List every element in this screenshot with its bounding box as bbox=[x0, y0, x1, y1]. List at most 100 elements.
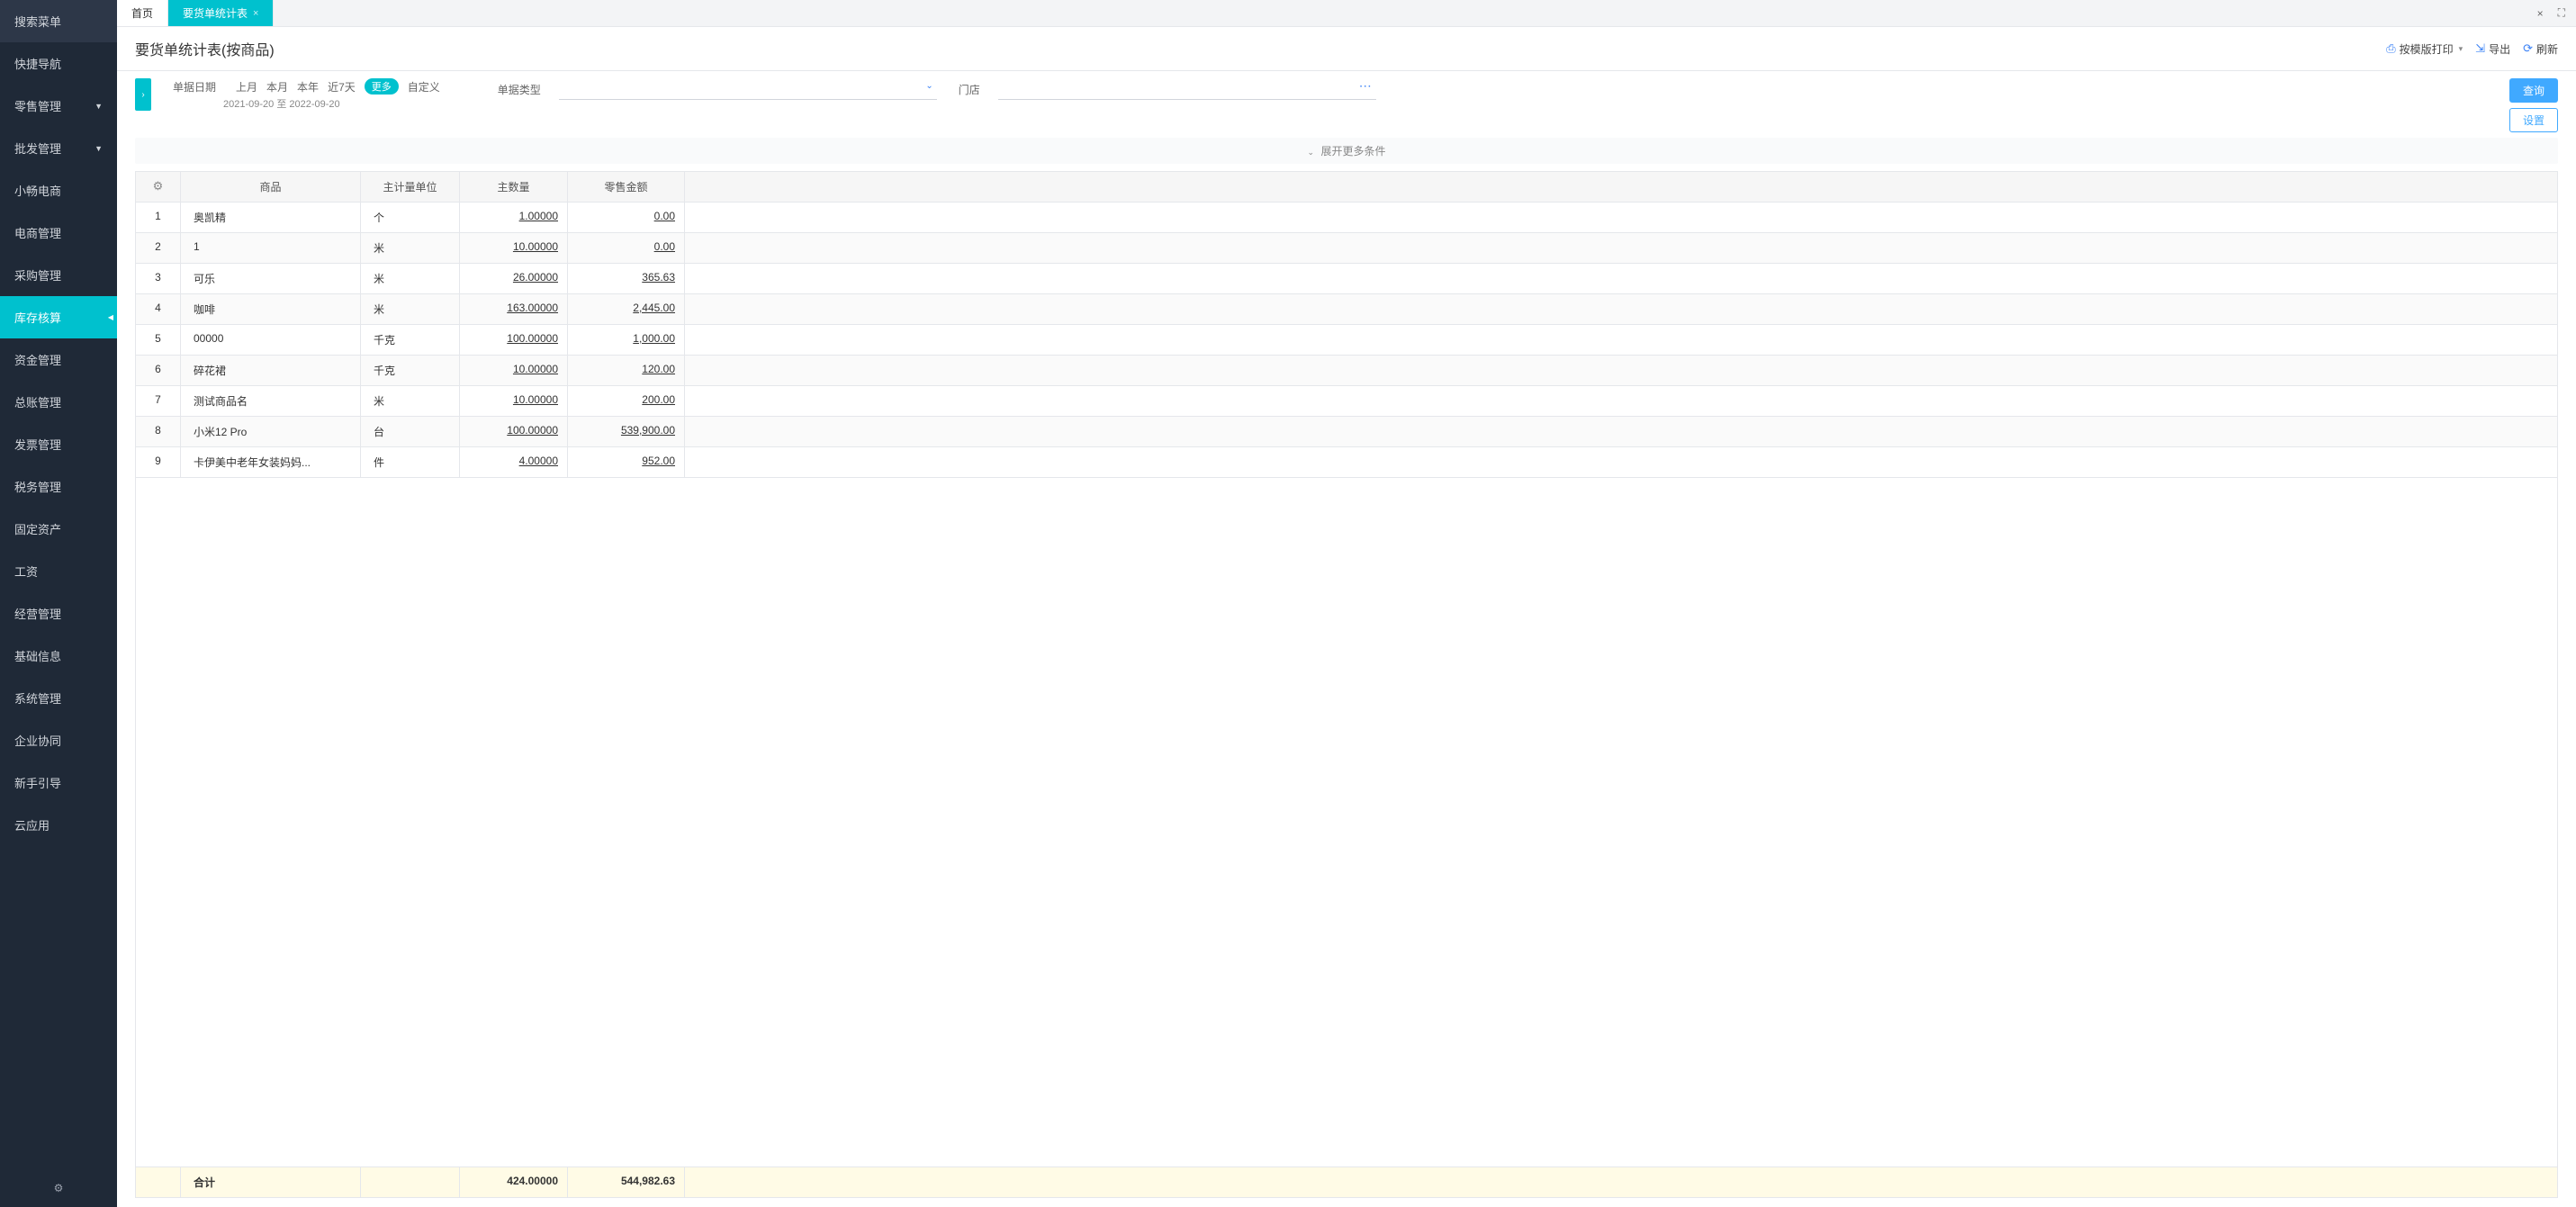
table-row[interactable]: 8小米12 Pro台100.00000539,900.00 bbox=[136, 417, 2557, 447]
sidebar-item-3[interactable]: 批发管理▼ bbox=[0, 127, 117, 169]
table-row[interactable]: 6碎花裙千克10.00000120.00 bbox=[136, 356, 2557, 386]
footer-idx bbox=[136, 1167, 181, 1197]
sidebar-item-1[interactable]: 快捷导航 bbox=[0, 42, 117, 85]
page-actions: ⎙ 按模版打印 ▾ ⇲ 导出 ⟳ 刷新 bbox=[2386, 41, 2558, 57]
table-row[interactable]: 3可乐米26.00000365.63 bbox=[136, 264, 2557, 294]
cell-idx: 5 bbox=[136, 325, 181, 355]
export-button[interactable]: ⇲ 导出 bbox=[2475, 41, 2510, 57]
cell-qty[interactable]: 100.00000 bbox=[460, 417, 568, 446]
cell-amount[interactable]: 2,445.00 bbox=[568, 294, 685, 324]
cell-qty[interactable]: 163.00000 bbox=[460, 294, 568, 324]
tab-bar-actions: × ⛶ bbox=[2534, 0, 2576, 26]
cell-qty[interactable]: 1.00000 bbox=[460, 203, 568, 232]
cell-spacer bbox=[685, 325, 2557, 355]
col-amount[interactable]: 零售金额 bbox=[568, 172, 685, 202]
quick-this-year[interactable]: 本年 bbox=[297, 79, 319, 95]
table-row[interactable]: 500000千克100.000001,000.00 bbox=[136, 325, 2557, 356]
cell-unit: 千克 bbox=[361, 325, 460, 355]
expand-more-filters[interactable]: ⌄ 展开更多条件 bbox=[135, 138, 2558, 164]
query-button[interactable]: 查询 bbox=[2509, 78, 2558, 103]
tab-active-label: 要货单统计表 bbox=[183, 5, 248, 21]
cell-amount[interactable]: 539,900.00 bbox=[568, 417, 685, 446]
col-settings[interactable]: ⚙ bbox=[136, 172, 181, 202]
settings-button[interactable]: 设置 bbox=[2509, 108, 2558, 132]
collapse-filter-toggle[interactable]: › bbox=[135, 78, 151, 111]
footer-qty: 424.00000 bbox=[460, 1167, 568, 1197]
cell-unit: 米 bbox=[361, 233, 460, 263]
quick-last7[interactable]: 近7天 bbox=[328, 79, 356, 95]
quick-more[interactable]: 更多 bbox=[365, 78, 399, 95]
cell-idx: 6 bbox=[136, 356, 181, 385]
sidebar-item-19[interactable]: 云应用 bbox=[0, 804, 117, 846]
cell-qty[interactable]: 4.00000 bbox=[460, 447, 568, 477]
page-title: 要货单统计表(按商品) bbox=[135, 38, 275, 59]
sidebar-item-8[interactable]: 资金管理 bbox=[0, 338, 117, 381]
sidebar-item-18[interactable]: 新手引导 bbox=[0, 761, 117, 804]
ellipsis-icon[interactable]: ⋯ bbox=[1359, 78, 1373, 94]
quick-custom[interactable]: 自定义 bbox=[408, 79, 440, 95]
sidebar-item-5[interactable]: 电商管理 bbox=[0, 212, 117, 254]
fullscreen-icon[interactable]: ⛶ bbox=[2554, 6, 2569, 20]
type-input[interactable] bbox=[559, 78, 937, 100]
sidebar-item-7[interactable]: 库存核算 bbox=[0, 296, 117, 338]
cell-qty[interactable]: 10.00000 bbox=[460, 386, 568, 416]
table-row[interactable]: 21米10.000000.00 bbox=[136, 233, 2557, 264]
chevron-down-icon[interactable]: ⌄ bbox=[925, 81, 932, 91]
sidebar-settings[interactable]: ⚙ bbox=[0, 1169, 117, 1207]
sidebar-item-11[interactable]: 税务管理 bbox=[0, 465, 117, 508]
cell-amount[interactable]: 365.63 bbox=[568, 264, 685, 293]
table-body: 1奥凯精个1.000000.0021米10.000000.003可乐米26.00… bbox=[136, 203, 2557, 1166]
col-qty[interactable]: 主数量 bbox=[460, 172, 568, 202]
close-icon[interactable]: × bbox=[253, 8, 258, 19]
store-input[interactable] bbox=[998, 78, 1376, 100]
date-label: 单据日期 bbox=[173, 79, 216, 95]
cell-qty[interactable]: 26.00000 bbox=[460, 264, 568, 293]
refresh-icon: ⟳ bbox=[2523, 41, 2533, 56]
gear-icon: ⚙ bbox=[54, 1182, 64, 1194]
table-row[interactable]: 9卡伊美中老年女装妈妈...件4.00000952.00 bbox=[136, 447, 2557, 478]
cell-amount[interactable]: 1,000.00 bbox=[568, 325, 685, 355]
sidebar-item-16[interactable]: 系统管理 bbox=[0, 677, 117, 719]
footer-unit bbox=[361, 1167, 460, 1197]
table-row[interactable]: 1奥凯精个1.000000.00 bbox=[136, 203, 2557, 233]
sidebar-item-label: 经营管理 bbox=[14, 605, 61, 622]
table-row[interactable]: 4咖啡米163.000002,445.00 bbox=[136, 294, 2557, 325]
tab-close-all-icon[interactable]: × bbox=[2534, 7, 2547, 20]
cell-product: 碎花裙 bbox=[181, 356, 361, 385]
sidebar-item-17[interactable]: 企业协同 bbox=[0, 719, 117, 761]
chevron-down-icon: ▾ bbox=[2459, 44, 2463, 54]
sidebar-item-14[interactable]: 经营管理 bbox=[0, 592, 117, 635]
cell-amount[interactable]: 200.00 bbox=[568, 386, 685, 416]
tab-active[interactable]: 要货单统计表 × bbox=[168, 0, 274, 26]
sidebar-item-2[interactable]: 零售管理▼ bbox=[0, 85, 117, 127]
cell-amount[interactable]: 952.00 bbox=[568, 447, 685, 477]
sidebar-item-12[interactable]: 固定资产 bbox=[0, 508, 117, 550]
chevron-down-icon: ⌄ bbox=[1308, 148, 1315, 157]
cell-qty[interactable]: 10.00000 bbox=[460, 233, 568, 263]
cell-amount[interactable]: 0.00 bbox=[568, 203, 685, 232]
sidebar-item-13[interactable]: 工资 bbox=[0, 550, 117, 592]
col-unit[interactable]: 主计量单位 bbox=[361, 172, 460, 202]
table-row[interactable]: 7测试商品名米10.00000200.00 bbox=[136, 386, 2557, 417]
data-table: ⚙ 商品 主计量单位 主数量 零售金额 1奥凯精个1.000000.0021米1… bbox=[135, 171, 2558, 1198]
sidebar-item-0[interactable]: 搜索菜单 bbox=[0, 0, 117, 42]
cell-spacer bbox=[685, 356, 2557, 385]
sidebar-item-9[interactable]: 总账管理 bbox=[0, 381, 117, 423]
cell-spacer bbox=[685, 386, 2557, 416]
sidebar-item-6[interactable]: 采购管理 bbox=[0, 254, 117, 296]
tab-home[interactable]: 首页 bbox=[117, 0, 168, 26]
cell-qty[interactable]: 10.00000 bbox=[460, 356, 568, 385]
print-button[interactable]: ⎙ 按模版打印 ▾ bbox=[2386, 41, 2463, 57]
sidebar-item-10[interactable]: 发票管理 bbox=[0, 423, 117, 465]
cell-amount[interactable]: 0.00 bbox=[568, 233, 685, 263]
cell-unit: 千克 bbox=[361, 356, 460, 385]
cell-qty[interactable]: 100.00000 bbox=[460, 325, 568, 355]
cell-amount[interactable]: 120.00 bbox=[568, 356, 685, 385]
cell-spacer bbox=[685, 294, 2557, 324]
quick-last-month[interactable]: 上月 bbox=[236, 79, 257, 95]
sidebar-item-4[interactable]: 小畅电商 bbox=[0, 169, 117, 212]
quick-this-month[interactable]: 本月 bbox=[266, 79, 288, 95]
refresh-button[interactable]: ⟳ 刷新 bbox=[2523, 41, 2558, 57]
sidebar-item-15[interactable]: 基础信息 bbox=[0, 635, 117, 677]
col-product[interactable]: 商品 bbox=[181, 172, 361, 202]
